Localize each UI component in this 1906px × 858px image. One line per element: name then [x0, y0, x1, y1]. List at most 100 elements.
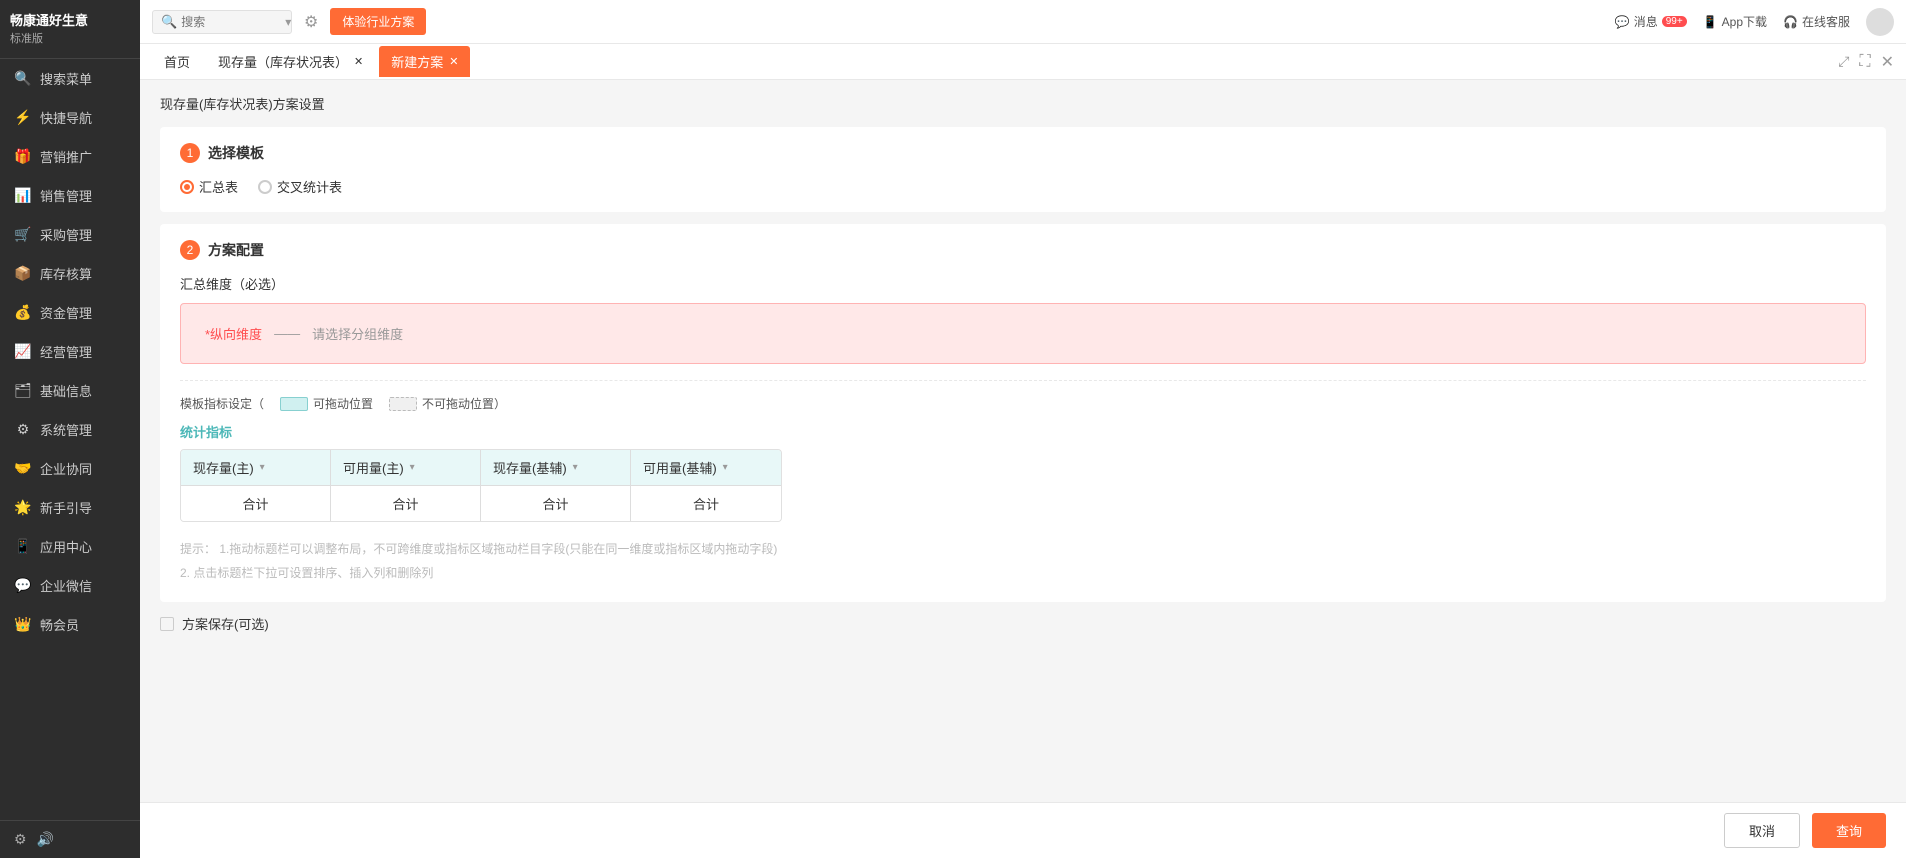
search-icon: 🔍	[14, 70, 32, 88]
sidebar-item-guide[interactable]: 🌟 新手引导	[0, 488, 140, 527]
sidebar-item-label: 畅会员	[40, 615, 79, 634]
sidebar-item-operations[interactable]: 📈 经营管理	[0, 332, 140, 371]
topbar-right: 💬 消息 99+ 📱 App下载 🎧 在线客服	[1615, 8, 1894, 36]
tabs-bar: 首页 现存量（库存状况表） ✕ 新建方案 ✕ ⤢ ⛶ ✕	[140, 44, 1906, 80]
topbar-search-box[interactable]: 🔍 ▾	[152, 10, 292, 34]
stats-data-row: 合计 合计 合计 合计	[181, 486, 781, 521]
service-icon: 🎧	[1783, 15, 1798, 29]
save-checkbox[interactable]	[160, 617, 174, 631]
sidebar-item-marketing[interactable]: 🎁 营销推广	[0, 137, 140, 176]
sidebar-item-label: 营销推广	[40, 147, 92, 166]
sidebar-item-enterprise-collab[interactable]: 🤝 企业协同	[0, 449, 140, 488]
tab-new-plan-close[interactable]: ✕	[449, 55, 458, 68]
tab-new-plan[interactable]: 新建方案 ✕	[379, 46, 470, 77]
sidebar-item-wechat-work[interactable]: 💬 企业微信	[0, 566, 140, 605]
main-area: 🔍 ▾ ⚙ 体验行业方案 💬 消息 99+ 📱 App下载 🎧 在线客服	[140, 0, 1906, 858]
stats-header-cell-2[interactable]: 现存量(基辅) ▾	[481, 450, 631, 485]
search-dropdown-icon[interactable]: ▾	[285, 15, 291, 29]
tab-home-label: 首页	[164, 52, 190, 71]
sidebar-item-inventory[interactable]: 📦 库存核算	[0, 254, 140, 293]
tab-inventory[interactable]: 现存量（库存状况表） ✕	[206, 46, 375, 77]
step1-card: 1 选择模板 汇总表 交叉统计表	[160, 127, 1886, 212]
tab-expand-icon[interactable]: ⤢	[1838, 53, 1849, 70]
settings-bottom-btn[interactable]: ⚙	[14, 831, 27, 848]
basic-info-icon: 🗂	[14, 382, 32, 400]
step2-num: 2	[180, 240, 200, 260]
app-download-label: App下载	[1722, 13, 1767, 30]
user-avatar[interactable]	[1866, 8, 1894, 36]
sidebar-item-finance[interactable]: 💰 资金管理	[0, 293, 140, 332]
stats-header-row: 现存量(主) ▾ 可用量(主) ▾ 现存量(基辅) ▾ 可用量(基辅)	[181, 450, 781, 486]
footer-bar: 取消 查询	[140, 802, 1906, 858]
radio-label-summary: 汇总表	[199, 177, 238, 196]
chevron-down-icon-3[interactable]: ▾	[723, 462, 728, 473]
tab-home[interactable]: 首页	[152, 46, 202, 77]
topbar-gear-icon[interactable]: ⚙	[304, 12, 318, 32]
sidebar-item-label: 搜索菜单	[40, 69, 92, 88]
radio-label-cross: 交叉统计表	[277, 177, 342, 196]
step1-title: 选择模板	[208, 143, 264, 163]
tab-window-close-icon[interactable]: ✕	[1881, 52, 1894, 72]
sidebar-item-appstore[interactable]: 📱 应用中心	[0, 527, 140, 566]
app-download-btn[interactable]: 📱 App下载	[1703, 13, 1767, 30]
sidebar-item-sales[interactable]: 📊 销售管理	[0, 176, 140, 215]
sidebar-item-label: 企业协同	[40, 459, 92, 478]
query-button[interactable]: 查询	[1812, 813, 1886, 848]
sidebar-item-members[interactable]: 👑 畅会员	[0, 605, 140, 644]
message-btn[interactable]: 💬 消息 99+	[1615, 13, 1687, 30]
radio-summary-table[interactable]: 汇总表	[180, 177, 238, 196]
sidebar-menu: 🔍 搜索菜单 ⚡ 快捷导航 🎁 营销推广 📊 销售管理 🛒 采购管理 📦 库存核…	[0, 59, 140, 820]
step1-label: 1 选择模板	[180, 143, 1866, 163]
sidebar-item-system[interactable]: ⚙ 系统管理	[0, 410, 140, 449]
content-area: 现存量(库存状况表)方案设置 1 选择模板 汇总表 交叉统计表 2	[140, 80, 1906, 802]
chevron-down-icon-0[interactable]: ▾	[260, 462, 265, 473]
stats-header-cell-0[interactable]: 现存量(主) ▾	[181, 450, 331, 485]
tab-inventory-close[interactable]: ✕	[354, 55, 363, 68]
sidebar-item-purchase[interactable]: 🛒 采购管理	[0, 215, 140, 254]
search-input[interactable]	[181, 15, 281, 29]
sidebar-item-search[interactable]: 🔍 搜索菜单	[0, 59, 140, 98]
stats-header-cell-3[interactable]: 可用量(基辅) ▾	[631, 450, 781, 485]
online-service-btn[interactable]: 🎧 在线客服	[1783, 13, 1850, 30]
save-label: 方案保存(可选)	[182, 614, 269, 633]
radio-dot-cross	[258, 180, 272, 194]
step2-card: 2 方案配置 汇总维度（必选） *纵向维度 —— 请选择分组维度 模板指标设定（	[160, 224, 1886, 602]
download-icon: 📱	[1703, 15, 1718, 29]
page-title: 现存量(库存状况表)方案设置	[160, 94, 1886, 113]
sidebar-item-label: 企业微信	[40, 576, 92, 595]
trial-btn[interactable]: 体验行业方案	[330, 8, 426, 35]
sales-icon: 📊	[14, 187, 32, 205]
purchase-icon: 🛒	[14, 226, 32, 244]
sidebar-item-quicknav[interactable]: ⚡ 快捷导航	[0, 98, 140, 137]
radio-cross-table[interactable]: 交叉统计表	[258, 177, 342, 196]
indicator-legend: 模板指标设定（ 可拖动位置 不可拖动位置）	[180, 395, 1866, 412]
sidebar-item-label: 资金管理	[40, 303, 92, 322]
tab-fullscreen-icon[interactable]: ⛶	[1859, 53, 1870, 71]
sidebar-item-label: 基础信息	[40, 381, 92, 400]
tip-title: 提示： 1.拖动标题栏可以调整布局，不可跨维度或指标区域拖动栏目字段(只能在同一…	[180, 539, 1866, 561]
chevron-down-icon-1[interactable]: ▾	[410, 462, 415, 473]
stats-data-cell-0: 合计	[181, 486, 331, 521]
tips-box: 提示： 1.拖动标题栏可以调整布局，不可跨维度或指标区域拖动栏目字段(只能在同一…	[180, 539, 1866, 584]
sidebar-item-basic-info[interactable]: 🗂 基础信息	[0, 371, 140, 410]
divider1	[180, 380, 1866, 381]
marketing-icon: 🎁	[14, 148, 32, 166]
sidebar-item-label: 新手引导	[40, 498, 92, 517]
stats-header-cell-1[interactable]: 可用量(主) ▾	[331, 450, 481, 485]
chevron-down-icon-2[interactable]: ▾	[573, 462, 578, 473]
cancel-button[interactable]: 取消	[1724, 813, 1800, 848]
draggable-label: 可拖动位置	[313, 395, 373, 412]
sidebar-item-label: 应用中心	[40, 537, 92, 556]
sidebar-item-label: 库存核算	[40, 264, 92, 283]
logo-area: 畅康通好生意 标准版	[0, 0, 140, 59]
non-draggable-legend-box	[389, 397, 417, 411]
tab-inventory-label: 现存量（库存状况表）	[218, 52, 348, 71]
non-draggable-label: 不可拖动位置）	[422, 395, 506, 412]
members-icon: 👑	[14, 616, 32, 634]
indicator-settings-label: 模板指标设定（	[180, 395, 264, 412]
system-icon: ⚙	[14, 421, 32, 439]
stats-table: 现存量(主) ▾ 可用量(主) ▾ 现存量(基辅) ▾ 可用量(基辅)	[180, 449, 782, 522]
search-icon: 🔍	[161, 14, 177, 30]
volume-bottom-btn[interactable]: 🔊	[37, 831, 54, 848]
guide-icon: 🌟	[14, 499, 32, 517]
